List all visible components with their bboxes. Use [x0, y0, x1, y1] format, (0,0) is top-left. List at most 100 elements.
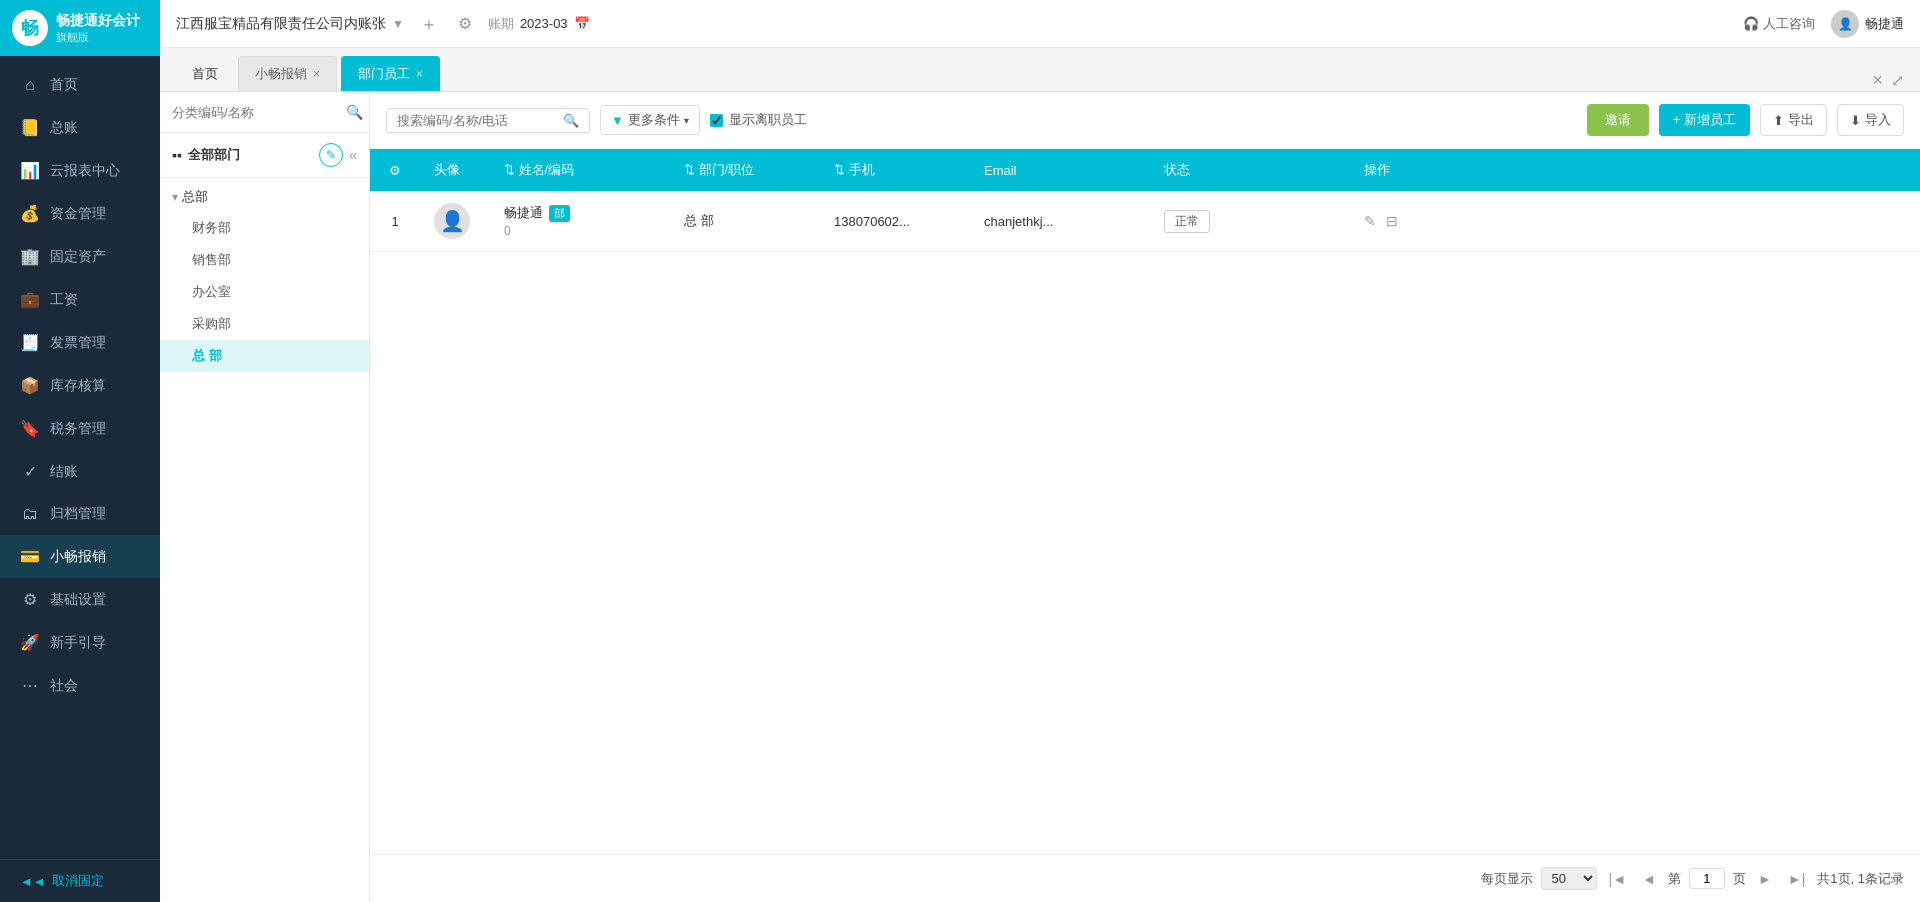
toolbar: 🔍 ▼ 更多条件 ▾ 显示离职员工 邀请 + 新增员工 ⬆ 导出	[370, 92, 1920, 149]
sidebar-item-tax[interactable]: 🔖 税务管理	[0, 407, 160, 450]
all-dept-header: ▪▪ 全部部门 ✎ «	[160, 133, 369, 178]
sidebar-item-archive[interactable]: 🗂 归档管理	[0, 493, 160, 535]
employee-name: 畅捷通	[504, 204, 543, 222]
dept-item-office[interactable]: 办公室	[160, 276, 369, 308]
sidebar-item-inventory[interactable]: 📦 库存核算	[0, 364, 160, 407]
sidebar-item-assets[interactable]: 🏢 固定资产	[0, 235, 160, 278]
col-dept[interactable]: ⇅ 部门/职位	[670, 149, 820, 191]
tax-icon: 🔖	[20, 419, 40, 438]
sidebar-item-label: 结账	[50, 463, 78, 481]
sidebar-item-home[interactable]: ⌂ 首页	[0, 64, 160, 106]
col-email: Email	[970, 149, 1150, 191]
sidebar-unpin[interactable]: ◄◄ 取消固定	[0, 859, 160, 902]
close-window-btn[interactable]: ×	[1872, 70, 1883, 91]
col-status: 状态	[1150, 149, 1350, 191]
sidebar-item-ledger[interactable]: 📒 总账	[0, 106, 160, 149]
app-name: 畅捷通好会计	[56, 11, 140, 29]
settings-button[interactable]: ⚙	[454, 10, 476, 37]
tab-home-label: 首页	[192, 65, 218, 83]
add-employee-button[interactable]: + 新增员工	[1659, 104, 1750, 136]
total-records: 共1页, 1条记录	[1817, 870, 1904, 888]
sidebar-item-label: 社会	[50, 677, 78, 695]
export-button[interactable]: ⬆ 导出	[1760, 104, 1827, 136]
calendar-icon[interactable]: 📅	[574, 16, 590, 31]
first-page-button[interactable]: |◄	[1605, 869, 1631, 889]
per-page-select[interactable]: 50 10 20 100	[1541, 867, 1597, 890]
support-button[interactable]: 🎧 人工咨询	[1743, 15, 1815, 33]
sidebar-item-label: 固定资产	[50, 248, 106, 266]
sidebar-item-invoice[interactable]: 🧾 发票管理	[0, 321, 160, 364]
add-tab-button[interactable]: ＋	[416, 8, 442, 40]
dept-search-input[interactable]	[172, 105, 340, 120]
row-email-cell: chanjethkj...	[970, 191, 1150, 252]
tab-xiaochang-label: 小畅报销	[255, 65, 307, 83]
edit-button[interactable]: ✎	[1364, 213, 1376, 229]
guide-icon: 🚀	[20, 633, 40, 652]
dept-item-sales[interactable]: 销售部	[160, 244, 369, 276]
dept-item-finance[interactable]: 财务部	[160, 212, 369, 244]
col-settings[interactable]: ⚙	[370, 149, 420, 191]
invite-button[interactable]: 邀请	[1587, 104, 1649, 136]
show-resigned-toggle[interactable]: 显示离职员工	[710, 111, 807, 129]
employee-phone: 138070602...	[834, 214, 910, 229]
dept-search-button[interactable]: 🔍	[346, 104, 363, 120]
page-label: 页	[1733, 870, 1746, 888]
avatar-placeholder-icon: 👤	[1838, 17, 1853, 31]
col-phone[interactable]: ⇅ 手机	[820, 149, 970, 191]
headset-icon: 🎧	[1743, 16, 1759, 31]
sidebar-item-reports[interactable]: 📊 云报表中心	[0, 149, 160, 192]
basic-icon: ⚙	[20, 590, 40, 609]
logout-button[interactable]: ⊟	[1386, 213, 1398, 229]
employee-table: ⚙ 头像 ⇅ 姓名/编码 ⇅ 部门/职位 ⇅ 手机 Email	[370, 149, 1920, 854]
logo-text-group: 畅捷通好会计 旗舰版	[56, 11, 140, 44]
sidebar-item-label: 资金管理	[50, 205, 106, 223]
import-button[interactable]: ⬇ 导入	[1837, 104, 1904, 136]
dept-root-group[interactable]: ▾ 总部	[160, 182, 369, 212]
dept-item-general[interactable]: 总 部	[160, 340, 369, 372]
sidebar-item-guide[interactable]: 🚀 新手引导	[0, 621, 160, 664]
sidebar-item-label: 发票管理	[50, 334, 106, 352]
sidebar-nav: ⌂ 首页 📒 总账 📊 云报表中心 💰 资金管理 🏢 固定资产 💼 工资 🧾 发…	[0, 56, 160, 859]
maximize-window-btn[interactable]: ⤢	[1891, 71, 1904, 90]
tab-xiaochang-close[interactable]: ×	[313, 67, 320, 81]
sidebar-item-xiaochang[interactable]: 💳 小畅报销	[0, 535, 160, 578]
filter-label: 更多条件	[628, 111, 680, 129]
tab-dept-employees[interactable]: 部门员工 ×	[341, 56, 440, 91]
reports-icon: 📊	[20, 161, 40, 180]
company-name: 江西服宝精品有限责任公司内账张	[176, 15, 386, 33]
sidebar-logo[interactable]: 畅 畅捷通好会计 旗舰版	[0, 0, 160, 56]
import-label: 导入	[1865, 111, 1891, 129]
sidebar-item-more[interactable]: ⋯ 社会	[0, 664, 160, 707]
unpin-icon: ◄◄	[20, 874, 46, 889]
tab-xiaochang[interactable]: 小畅报销 ×	[238, 56, 337, 91]
company-selector[interactable]: 江西服宝精品有限责任公司内账张 ▼	[176, 15, 404, 33]
sidebar-item-salary[interactable]: 💼 工资	[0, 278, 160, 321]
sidebar-item-close[interactable]: ✓ 结账	[0, 450, 160, 493]
inventory-icon: 📦	[20, 376, 40, 395]
employee-search-icon[interactable]: 🔍	[563, 113, 579, 128]
tab-home[interactable]: 首页	[176, 57, 234, 91]
employee-search-input[interactable]	[397, 113, 557, 128]
period-selector[interactable]: 账期 2023-03 📅	[488, 15, 590, 33]
dept-collapse-button[interactable]: «	[349, 147, 357, 163]
dept-edit-button[interactable]: ✎	[319, 143, 343, 167]
topbar-right: 🎧 人工咨询 👤 畅捷通	[1743, 10, 1904, 38]
dept-item-purchase[interactable]: 采购部	[160, 308, 369, 340]
sidebar-item-basic[interactable]: ⚙ 基础设置	[0, 578, 160, 621]
topbar: 江西服宝精品有限责任公司内账张 ▼ ＋ ⚙ 账期 2023-03 📅 🎧 人工咨…	[160, 0, 1920, 48]
next-page-button[interactable]: ►	[1754, 869, 1776, 889]
row-dept-cell: 总 部	[670, 191, 820, 252]
page-number-input[interactable]	[1689, 868, 1725, 889]
left-panel: 🔍 ▪▪ 全部部门 ✎ « ▾ 总部 财务部 销售部 办公室 采购部 总 部	[160, 92, 370, 902]
sidebar-item-funds[interactable]: 💰 资金管理	[0, 192, 160, 235]
user-menu[interactable]: 👤 畅捷通	[1831, 10, 1904, 38]
close-accounts-icon: ✓	[20, 462, 40, 481]
last-page-button[interactable]: ►|	[1784, 869, 1810, 889]
prev-page-button[interactable]: ◄	[1638, 869, 1660, 889]
show-resigned-checkbox[interactable]	[710, 114, 723, 127]
col-name[interactable]: ⇅ 姓名/编码	[490, 149, 670, 191]
tab-dept-close[interactable]: ×	[416, 67, 423, 81]
more-filter-button[interactable]: ▼ 更多条件 ▾	[600, 105, 700, 135]
content-area: 🔍 ▪▪ 全部部门 ✎ « ▾ 总部 财务部 销售部 办公室 采购部 总 部	[160, 92, 1920, 902]
employee-code: 0	[504, 224, 656, 238]
